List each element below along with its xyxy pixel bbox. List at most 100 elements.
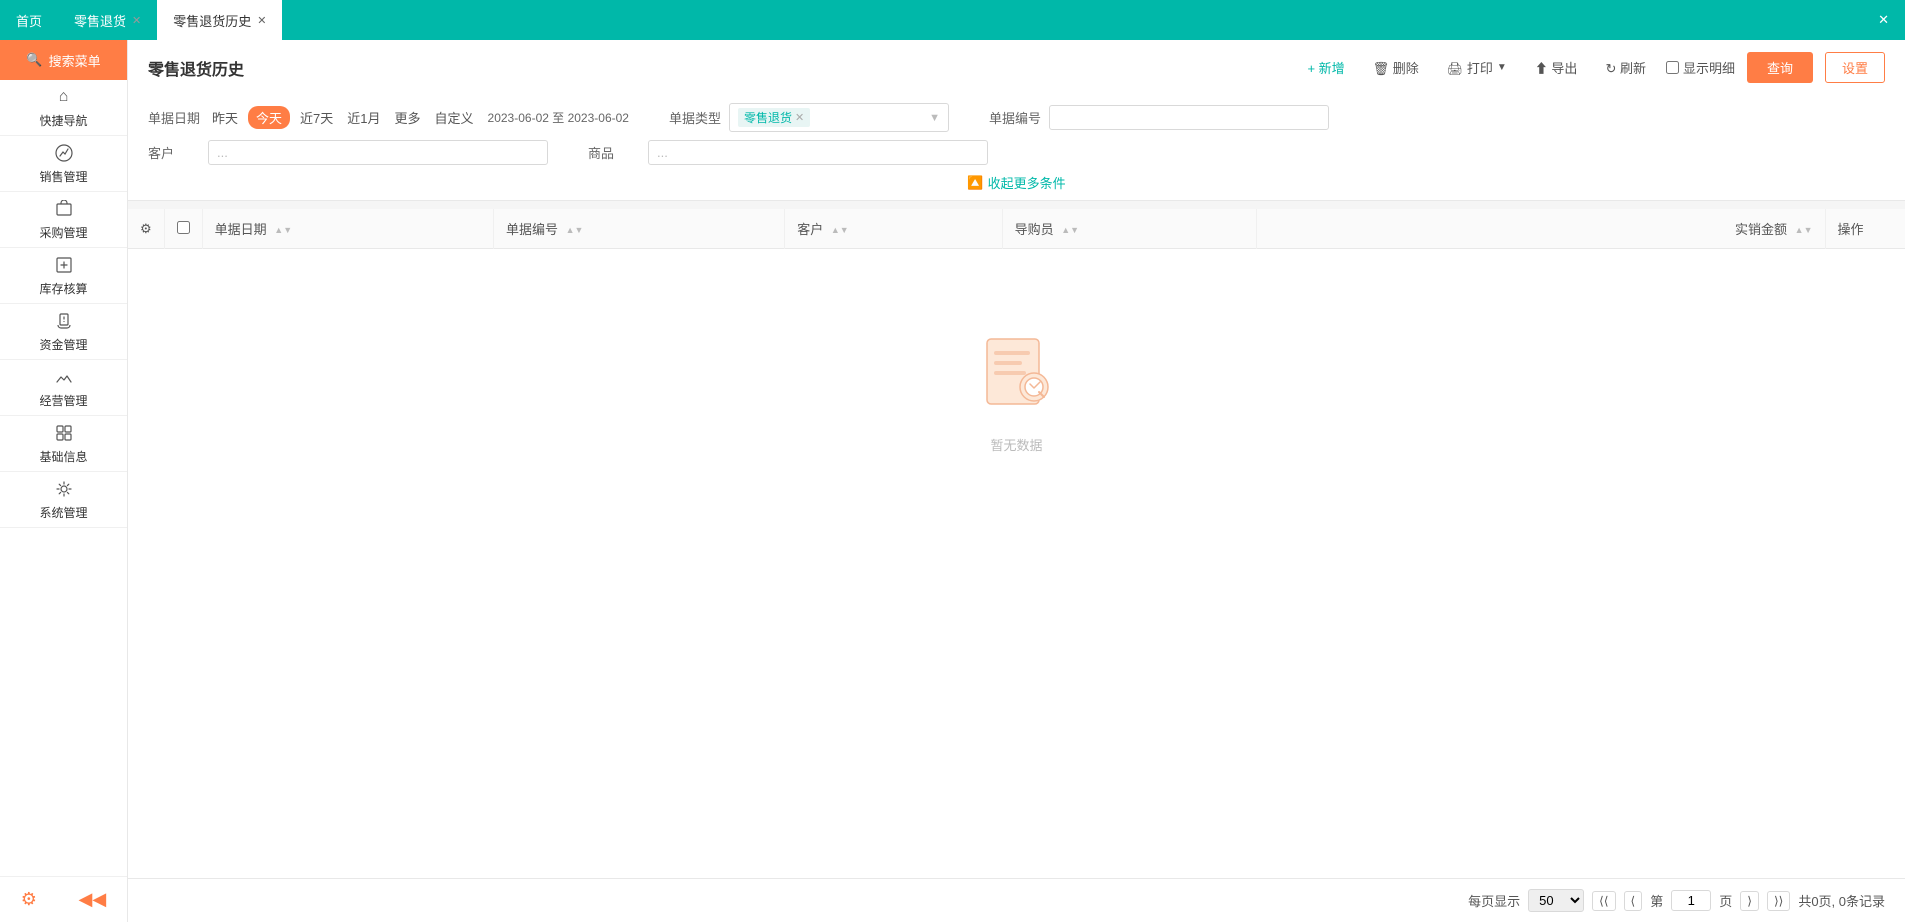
per-page-label: 每页显示 xyxy=(1468,891,1520,910)
pagination-bar: 每页显示 50 10 20 100 ⟨⟨ ⟨ 第 页 ⟩ ⟩⟩ 共0页, 0条记… xyxy=(128,878,1905,922)
sort-doc-no[interactable]: ▲▼ xyxy=(566,226,584,235)
date-opt-last7[interactable]: 近7天 xyxy=(296,106,337,129)
doc-type-dropdown-icon: ▼ xyxy=(929,112,940,124)
collapse-button[interactable]: 🔼 收起更多条件 xyxy=(967,173,1065,192)
top-nav: 首页 零售退货 ✕ 零售退货历史 ✕ ✕ xyxy=(0,0,1905,40)
page-unit: 页 xyxy=(1719,891,1732,910)
sidebar-item-quick-nav[interactable]: ⌂ 快捷导航 xyxy=(0,80,127,136)
toolbar: + 新增 🗑 删除 🖨 打印 ▼ ⬆ 导出 ↻ 刷新 xyxy=(1299,52,1885,83)
col-doc-date[interactable]: 单据日期 ▲▼ xyxy=(202,209,493,249)
sound-icon[interactable]: ◀◀ xyxy=(79,889,107,910)
sidebar: 🔍 搜索菜单 ⌂ 快捷导航 销售管理 采购管理 库存核算 xyxy=(0,40,128,922)
date-opt-last1m[interactable]: 近1月 xyxy=(343,106,384,129)
col-customer[interactable]: 客户 ▲▼ xyxy=(785,209,1002,249)
doc-type-tag-close[interactable]: ✕ xyxy=(795,111,804,124)
next-page-btn[interactable]: ⟩ xyxy=(1740,891,1759,911)
table-header-row: ⚙ 单据日期 ▲▼ 单据编号 ▲▼ xyxy=(128,209,1905,249)
empty-icon xyxy=(972,329,1062,419)
col-doc-no[interactable]: 单据编号 ▲▼ xyxy=(493,209,784,249)
col-guide[interactable]: 导购员 ▲▼ xyxy=(1002,209,1256,249)
sidebar-item-finance[interactable]: 资金管理 xyxy=(0,304,127,360)
display-toggle[interactable]: 显示明细 xyxy=(1666,58,1735,77)
total-text: 共0页, 0条记录 xyxy=(1798,891,1885,910)
date-opt-today[interactable]: 今天 xyxy=(248,106,290,129)
sidebar-item-purchase-mgmt[interactable]: 采购管理 xyxy=(0,192,127,248)
close-tab-retail-return-history[interactable]: ✕ xyxy=(257,14,266,27)
page-input[interactable] xyxy=(1671,890,1711,911)
sort-doc-date[interactable]: ▲▼ xyxy=(274,226,292,235)
settings-button[interactable]: 设置 xyxy=(1825,52,1885,83)
doc-type-label: 单据类型 xyxy=(669,108,729,127)
sidebar-bottom: ⚙ ◀◀ xyxy=(0,876,127,922)
customer-select[interactable]: ... xyxy=(208,140,548,165)
empty-text: 暂无数据 xyxy=(990,435,1042,454)
doc-type-tag: 零售退货 ✕ xyxy=(738,108,810,127)
print-dropdown-icon: ▼ xyxy=(1497,62,1507,73)
doc-type-select[interactable]: 零售退货 ✕ ▼ xyxy=(729,103,949,132)
goods-label: 商品 xyxy=(588,143,648,162)
home-icon: ⌂ xyxy=(53,86,75,108)
col-amount[interactable]: 实销金额 ▲▼ xyxy=(1256,209,1825,249)
sort-amount[interactable]: ▲▼ xyxy=(1795,226,1813,235)
page-title: 零售退货历史 xyxy=(148,56,244,80)
table-wrapper: ⚙ 单据日期 ▲▼ 单据编号 ▲▼ xyxy=(128,209,1905,878)
page-header: 零售退货历史 + 新增 🗑 删除 🖨 打印 ▼ ⬆ 导出 xyxy=(128,40,1905,201)
content-area: 零售退货历史 + 新增 🗑 删除 🖨 打印 ▼ ⬆ 导出 xyxy=(128,40,1905,922)
col-checkbox[interactable] xyxy=(164,209,202,249)
basic-info-icon xyxy=(53,422,75,444)
sort-customer[interactable]: ▲▼ xyxy=(831,226,849,235)
sidebar-item-inventory[interactable]: 库存核算 xyxy=(0,248,127,304)
sidebar-item-operations[interactable]: 经营管理 xyxy=(0,360,127,416)
date-opt-custom[interactable]: 自定义 xyxy=(431,106,478,129)
tab-retail-return-history[interactable]: 零售退货历史 ✕ xyxy=(157,0,282,40)
goods-select[interactable]: ... xyxy=(648,140,988,165)
sidebar-search[interactable]: 🔍 搜索菜单 xyxy=(0,40,127,80)
doc-no-label: 单据编号 xyxy=(989,108,1049,127)
inventory-icon xyxy=(53,254,75,276)
purchase-icon xyxy=(53,198,75,220)
customer-label: 客户 xyxy=(148,143,208,162)
gear-icon[interactable]: ⚙ xyxy=(21,889,37,910)
filter-area: 单据日期 昨天 今天 近7天 近1月 更多 自定义 2023-06-02 至 2… xyxy=(148,95,1885,192)
col-actions: 操作 xyxy=(1825,209,1905,249)
top-nav-close[interactable]: ✕ xyxy=(1878,12,1905,28)
query-button[interactable]: 查询 xyxy=(1747,52,1813,83)
select-all-checkbox[interactable] xyxy=(177,221,190,234)
doc-date-label: 单据日期 xyxy=(148,108,208,127)
display-checkbox[interactable] xyxy=(1666,61,1679,74)
new-button[interactable]: + 新增 xyxy=(1299,54,1352,81)
system-icon xyxy=(53,478,75,500)
sort-guide[interactable]: ▲▼ xyxy=(1061,226,1079,235)
date-options: 昨天 今天 近7天 近1月 更多 自定义 xyxy=(208,106,478,129)
refresh-button[interactable]: ↻ 刷新 xyxy=(1597,54,1654,81)
export-button[interactable]: ⬆ 导出 xyxy=(1527,54,1586,81)
sidebar-item-basic-info[interactable]: 基础信息 xyxy=(0,416,127,472)
sales-icon xyxy=(53,142,75,164)
sidebar-item-sales-mgmt[interactable]: 销售管理 xyxy=(0,136,127,192)
filter-row-customer: 客户 ... 商品 ... xyxy=(148,140,1885,165)
date-opt-yesterday[interactable]: 昨天 xyxy=(208,106,242,129)
per-page-select[interactable]: 50 10 20 100 xyxy=(1528,889,1584,912)
data-table: ⚙ 单据日期 ▲▼ 单据编号 ▲▼ xyxy=(128,209,1905,249)
date-opt-more[interactable]: 更多 xyxy=(391,106,425,129)
sidebar-item-system-mgmt[interactable]: 系统管理 xyxy=(0,472,127,528)
print-button[interactable]: 🖨 打印 ▼ xyxy=(1439,54,1515,81)
first-page-btn[interactable]: ⟨⟨ xyxy=(1592,891,1615,911)
doc-no-input[interactable] xyxy=(1049,105,1329,130)
col-settings[interactable]: ⚙ xyxy=(128,209,164,249)
filter-row-date: 单据日期 昨天 今天 近7天 近1月 更多 自定义 2023-06-02 至 2… xyxy=(148,103,1885,132)
main-layout: 🔍 搜索菜单 ⌂ 快捷导航 销售管理 采购管理 库存核算 xyxy=(0,40,1905,922)
operations-icon xyxy=(53,366,75,388)
close-tab-retail-return[interactable]: ✕ xyxy=(132,14,141,27)
last-page-btn[interactable]: ⟩⟩ xyxy=(1767,891,1790,911)
tab-retail-return[interactable]: 零售退货 ✕ xyxy=(58,0,157,40)
prev-page-btn[interactable]: ⟨ xyxy=(1624,891,1643,911)
tab-home[interactable]: 首页 xyxy=(0,0,58,40)
collapse-icon: 🔼 xyxy=(967,175,983,191)
date-range: 2023-06-02 至 2023-06-02 xyxy=(488,109,629,126)
delete-button[interactable]: 🗑 删除 xyxy=(1365,54,1427,81)
empty-state: 暂无数据 xyxy=(128,249,1905,534)
page-label: 第 xyxy=(1650,891,1663,910)
settings-col-icon[interactable]: ⚙ xyxy=(140,221,152,236)
finance-icon xyxy=(53,310,75,332)
